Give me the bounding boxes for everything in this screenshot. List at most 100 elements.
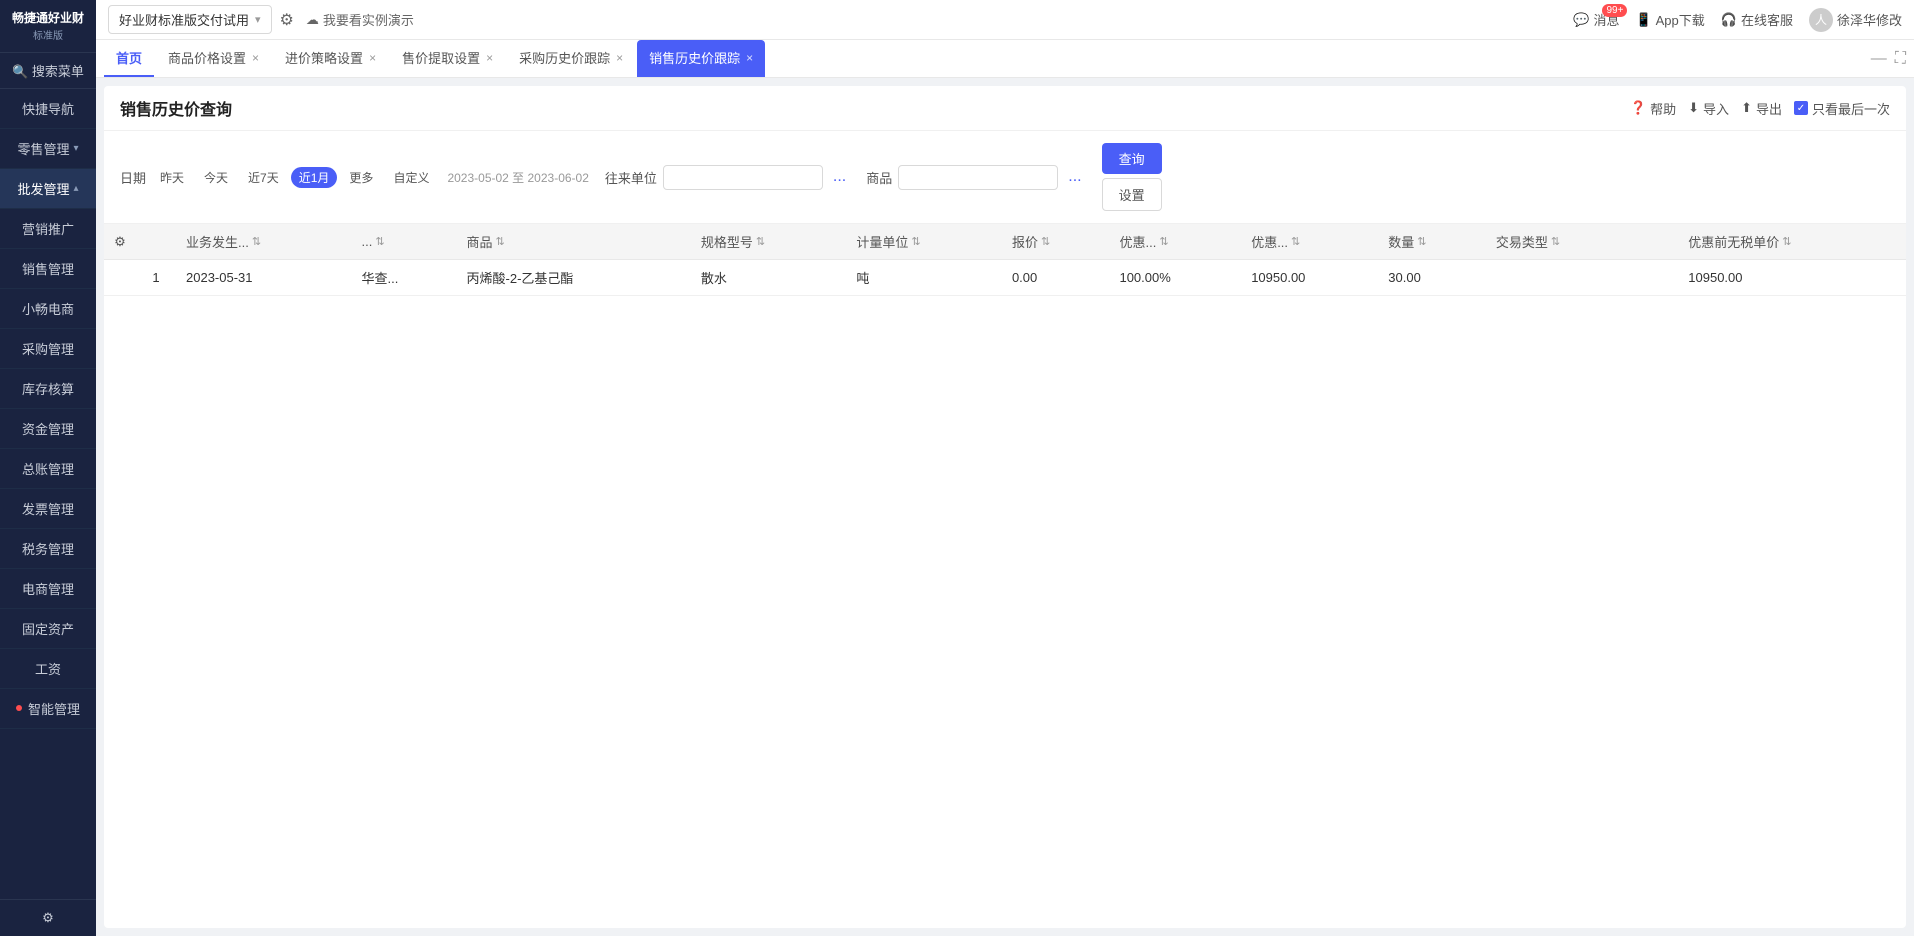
filter-bar: 日期 昨天 今天 近7天 近1月 更多 自定义 2023-05-02 至 202… <box>104 131 1906 224</box>
source-dots-button[interactable]: ... <box>829 168 850 186</box>
sidebar-item-label: 零售管理 <box>17 139 69 158</box>
sidebar-item-wholesale[interactable]: 批发管理 ▴ <box>0 169 96 209</box>
close-icon[interactable]: × <box>369 51 376 65</box>
sidebar-item-label: 快捷导航 <box>22 99 74 118</box>
demo-icon: ☁ <box>306 12 319 28</box>
headset-icon: 🎧 <box>1721 12 1737 28</box>
minimize-window-icon[interactable]: — <box>1871 50 1887 68</box>
close-icon[interactable]: × <box>486 51 493 65</box>
checkbox-checked-icon: ✓ <box>1794 101 1808 115</box>
date-pill-today[interactable]: 今天 <box>196 167 236 188</box>
sidebar-item-ledger[interactable]: 总账管理 <box>0 449 96 489</box>
date-filter-label: 日期 <box>120 168 146 187</box>
date-pill-last1m[interactable]: 近1月 <box>291 167 338 188</box>
product-dots-button[interactable]: ... <box>1064 168 1085 186</box>
col-header-discount2[interactable]: 优惠... ⇅ <box>1241 224 1378 260</box>
close-icon[interactable]: × <box>746 51 753 65</box>
import-button[interactable]: ⬇ 导入 <box>1688 99 1729 118</box>
import-icon: ⬇ <box>1688 100 1699 116</box>
sidebar-item-marketing[interactable]: 营销推广 <box>0 209 96 249</box>
date-pill-custom[interactable]: 自定义 <box>385 167 437 188</box>
col-header-price[interactable]: 报价 ⇅ <box>1002 224 1110 260</box>
row-unit: 吨 <box>846 260 1002 296</box>
col-label: ... <box>362 234 373 249</box>
sidebar-item-ecommerce[interactable]: 电商管理 <box>0 569 96 609</box>
col-header-biz-date[interactable]: 业务发生... ⇅ <box>176 224 352 260</box>
sidebar-item-salary[interactable]: 工资 <box>0 649 96 689</box>
topbar: 好业财标准版交付试用 ▾ ⚙ ☁ 我要看实例演示 💬 消息 99+ 📱 App下… <box>96 0 1914 40</box>
app-download-icon: 📱 <box>1635 12 1651 28</box>
col-header-product[interactable]: 商品 ⇅ <box>457 224 691 260</box>
online-service-label: 在线客服 <box>1741 10 1793 29</box>
col-label: 报价 <box>1012 232 1038 251</box>
col-header-unit[interactable]: 计量单位 ⇅ <box>846 224 1002 260</box>
date-pill-more[interactable]: 更多 <box>341 167 381 188</box>
row-quantity: 30.00 <box>1378 260 1486 296</box>
query-button[interactable]: 查询 <box>1102 143 1162 174</box>
sidebar-item-tax[interactable]: 税务管理 <box>0 529 96 569</box>
col-label: 优惠... <box>1251 232 1288 251</box>
sidebar-item-invoice[interactable]: 发票管理 <box>0 489 96 529</box>
tab-home[interactable]: 首页 <box>104 40 154 77</box>
content-area: 销售历史价查询 ❓ 帮助 ⬇ 导入 ⬆ 导出 ✓ 只看最后一次 <box>104 86 1906 928</box>
topbar-gear-button[interactable]: ⚙ <box>280 10 294 30</box>
tab-label: 商品价格设置 <box>168 48 246 67</box>
gear-icon[interactable]: ⚙ <box>114 234 126 249</box>
sidebar: 畅捷通好业财 标准版 🔍 搜索菜单 快捷导航 零售管理 ▾ 批发管理 ▴ 营销推… <box>0 0 96 936</box>
tab-price-strategy[interactable]: 进价策略设置 × <box>273 40 388 77</box>
tab-sales-history[interactable]: 销售历史价跟踪 × <box>637 40 765 77</box>
sidebar-settings[interactable]: ⚙ <box>0 899 96 936</box>
source-input[interactable] <box>663 165 823 190</box>
main-area: 好业财标准版交付试用 ▾ ⚙ ☁ 我要看实例演示 💬 消息 99+ 📱 App下… <box>96 0 1914 936</box>
tab-price-setting[interactable]: 商品价格设置 × <box>156 40 271 77</box>
page-header-actions: ❓ 帮助 ⬇ 导入 ⬆ 导出 ✓ 只看最后一次 <box>1630 99 1890 118</box>
source-filter-label: 往来单位 <box>605 168 657 187</box>
tab-purchase-history[interactable]: 采购历史价跟踪 × <box>507 40 635 77</box>
date-pill-yesterday[interactable]: 昨天 <box>152 167 192 188</box>
sidebar-item-purchase[interactable]: 采购管理 <box>0 329 96 369</box>
date-pill-last7[interactable]: 近7天 <box>240 167 287 188</box>
topbar-demo-link[interactable]: ☁ 我要看实例演示 <box>306 10 414 29</box>
close-icon[interactable]: × <box>616 51 623 65</box>
sidebar-item-quick-nav[interactable]: 快捷导航 <box>0 89 96 129</box>
sidebar-item-smart[interactable]: 智能管理 <box>0 689 96 729</box>
app-download-button[interactable]: 📱 App下载 <box>1635 10 1704 29</box>
col-header-spec[interactable]: 规格型号 ⇅ <box>691 224 847 260</box>
col-header-quantity[interactable]: 数量 ⇅ <box>1378 224 1486 260</box>
sidebar-item-finance[interactable]: 资金管理 <box>0 409 96 449</box>
sidebar-item-sales[interactable]: 销售管理 <box>0 249 96 289</box>
col-label: 商品 <box>467 232 493 251</box>
col-header-spacer <box>1641 224 1678 260</box>
export-label: 导出 <box>1756 99 1782 118</box>
col-header-trans-type[interactable]: 交易类型 ⇅ <box>1486 224 1642 260</box>
expand-window-icon[interactable]: ⛶ <box>1895 50 1906 68</box>
filter-actions: 查询 设置 <box>1102 143 1162 211</box>
product-filter-label: 商品 <box>866 168 892 187</box>
tab-price-extract[interactable]: 售价提取设置 × <box>390 40 505 77</box>
sidebar-item-fixed-assets[interactable]: 固定资产 <box>0 609 96 649</box>
sort-icon: ⇅ <box>1417 235 1426 248</box>
help-button[interactable]: ❓ 帮助 <box>1630 99 1676 118</box>
user-profile[interactable]: 人 徐泽华修改 <box>1809 8 1902 32</box>
last-only-checkbox-label[interactable]: ✓ 只看最后一次 <box>1794 99 1890 118</box>
last-only-label: 只看最后一次 <box>1812 99 1890 118</box>
sort-icon: ⇅ <box>1159 235 1168 248</box>
message-button[interactable]: 💬 消息 99+ <box>1573 10 1619 29</box>
tab-label: 销售历史价跟踪 <box>649 48 740 67</box>
sidebar-item-inventory[interactable]: 库存核算 <box>0 369 96 409</box>
sidebar-item-retail[interactable]: 零售管理 ▾ <box>0 129 96 169</box>
col-header-pretax-price[interactable]: 优惠前无税单价 ⇅ <box>1678 224 1906 260</box>
online-service-button[interactable]: 🎧 在线客服 <box>1721 10 1793 29</box>
sidebar-item-small-ecommerce[interactable]: 小畅电商 <box>0 289 96 329</box>
close-icon[interactable]: × <box>252 51 259 65</box>
product-input[interactable] <box>898 165 1058 190</box>
tab-label: 进价策略设置 <box>285 48 363 67</box>
help-icon: ❓ <box>1630 100 1646 116</box>
col-header-dots[interactable]: ... ⇅ <box>352 224 457 260</box>
sidebar-search[interactable]: 🔍 搜索菜单 <box>0 53 96 89</box>
export-button[interactable]: ⬆ 导出 <box>1741 99 1782 118</box>
topbar-version-selector[interactable]: 好业财标准版交付试用 ▾ <box>108 5 272 34</box>
date-filter-group: 日期 昨天 今天 近7天 近1月 更多 自定义 2023-05-02 至 202… <box>120 167 589 188</box>
settings-button[interactable]: 设置 <box>1102 178 1162 211</box>
col-header-discount1[interactable]: 优惠... ⇅ <box>1109 224 1241 260</box>
